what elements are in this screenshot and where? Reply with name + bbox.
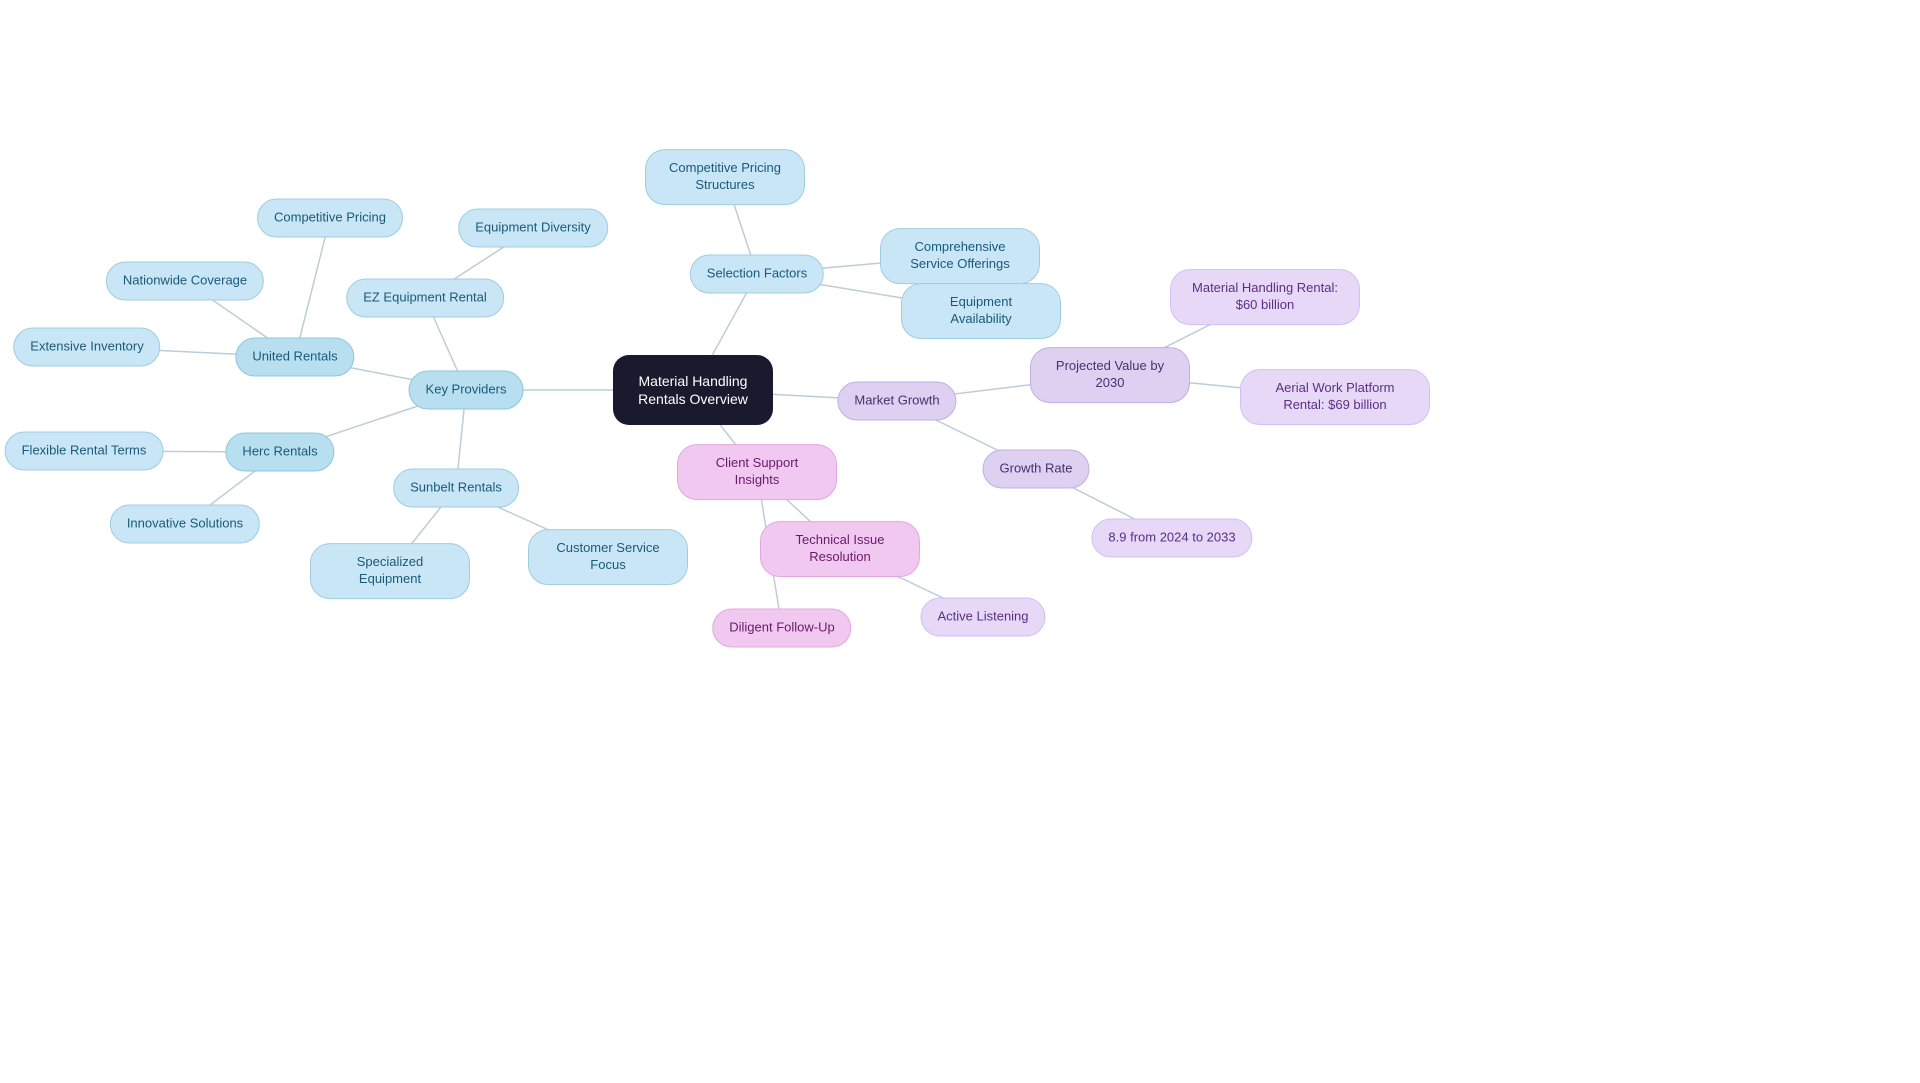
node-competitive-pricing-struct[interactable]: Competitive Pricing Structures xyxy=(645,149,805,205)
node-aerial-69[interactable]: Aerial Work Platform Rental: $69 billion xyxy=(1240,369,1430,425)
node-ez-equipment[interactable]: EZ Equipment Rental xyxy=(346,279,504,318)
node-selection-factors[interactable]: Selection Factors xyxy=(690,255,824,294)
node-mh-rental-60[interactable]: Material Handling Rental: $60 billion xyxy=(1170,269,1360,325)
node-key-providers[interactable]: Key Providers xyxy=(409,371,524,410)
node-growth-89[interactable]: 8.9 from 2024 to 2033 xyxy=(1091,519,1252,558)
node-extensive-inventory[interactable]: Extensive Inventory xyxy=(13,328,160,367)
node-united-rentals[interactable]: United Rentals xyxy=(235,338,354,377)
node-equipment-availability[interactable]: Equipment Availability xyxy=(901,283,1061,339)
node-technical-issue[interactable]: Technical Issue Resolution xyxy=(760,521,920,577)
connections-svg xyxy=(0,0,1920,1083)
center-node[interactable]: Material Handling Rentals Overview xyxy=(613,355,773,425)
node-active-listening[interactable]: Active Listening xyxy=(920,598,1045,637)
node-nationwide-coverage[interactable]: Nationwide Coverage xyxy=(106,262,264,301)
node-customer-service[interactable]: Customer Service Focus xyxy=(528,529,688,585)
node-herc-rentals[interactable]: Herc Rentals xyxy=(225,433,334,472)
node-projected-value[interactable]: Projected Value by 2030 xyxy=(1030,347,1190,403)
node-competitive-pricing[interactable]: Competitive Pricing xyxy=(257,199,403,238)
node-diligent-followup[interactable]: Diligent Follow-Up xyxy=(712,609,851,648)
node-specialized-equipment[interactable]: Specialized Equipment xyxy=(310,543,470,599)
mindmap-container: Material Handling Rentals Overview Key Pr… xyxy=(0,0,1920,1083)
node-market-growth[interactable]: Market Growth xyxy=(837,382,956,421)
node-comprehensive-service[interactable]: Comprehensive Service Offerings xyxy=(880,228,1040,284)
node-client-support[interactable]: Client Support Insights xyxy=(677,444,837,500)
node-innovative-solutions[interactable]: Innovative Solutions xyxy=(110,505,260,544)
node-growth-rate[interactable]: Growth Rate xyxy=(983,450,1090,489)
node-flexible-rental[interactable]: Flexible Rental Terms xyxy=(5,432,164,471)
node-equipment-diversity[interactable]: Equipment Diversity xyxy=(458,209,608,248)
node-sunbelt[interactable]: Sunbelt Rentals xyxy=(393,469,519,508)
